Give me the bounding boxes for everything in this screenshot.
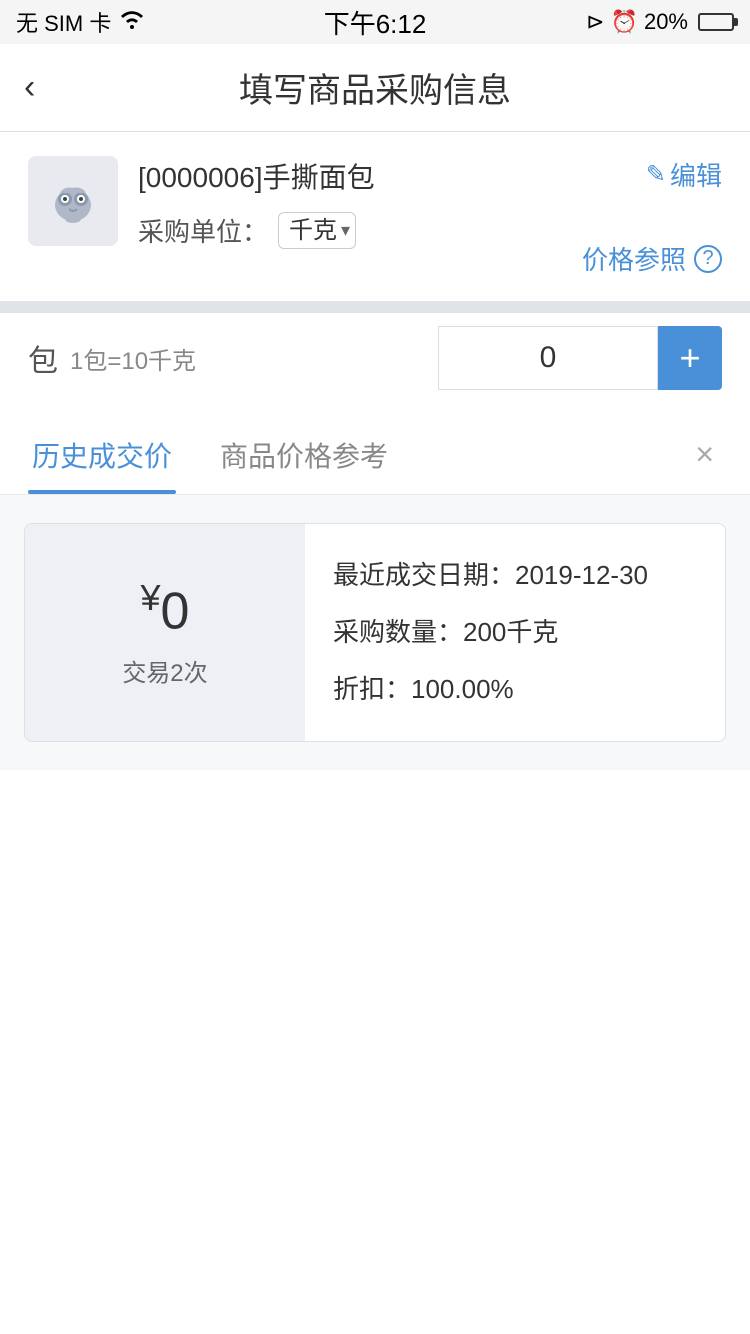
section-divider xyxy=(0,301,750,313)
tab-history[interactable]: 历史成交价 xyxy=(28,415,176,494)
product-header: [0000006]手撕面包 采购单位： 千克 克 包 xyxy=(28,156,722,249)
back-button[interactable]: ‹ xyxy=(24,68,35,107)
card-recent-date: 最近成交日期：2019-12-30 xyxy=(333,556,697,595)
pkg-label: 包 xyxy=(28,336,58,380)
close-button[interactable]: × xyxy=(687,428,722,481)
price-ref-label: 价格参照 xyxy=(582,240,686,277)
carrier-text: 无 SIM 卡 xyxy=(16,6,111,38)
price-card: ¥0 交易2次 最近成交日期：2019-12-30 采购数量：200千克 折扣：… xyxy=(24,523,726,742)
nav-bar: ‹ 填写商品采购信息 xyxy=(0,44,750,132)
unit-label: 采购单位： xyxy=(138,212,268,249)
card-discount: 折扣：100.00% xyxy=(333,670,697,709)
product-thumbnail xyxy=(28,156,118,246)
alarm-icon: ⏰ xyxy=(611,9,638,35)
card-right: 最近成交日期：2019-12-30 采购数量：200千克 折扣：100.00% xyxy=(305,524,725,741)
location-icon: ⊳ xyxy=(586,9,604,35)
product-name: [0000006]手撕面包 xyxy=(138,156,375,196)
tab-market[interactable]: 商品价格参考 xyxy=(216,415,392,494)
quantity-plus-button[interactable]: + xyxy=(658,326,722,390)
unit-select[interactable]: 千克 克 包 xyxy=(278,212,356,249)
edit-button[interactable]: ✎ 编辑 xyxy=(646,156,722,193)
unit-select-wrap[interactable]: 千克 克 包 xyxy=(278,212,356,249)
quantity-input[interactable]: 0 xyxy=(438,326,658,390)
quantity-section: 包 1包=10千克 0 + xyxy=(0,313,750,403)
status-bar: 无 SIM 卡 下午6:12 ⊳ ⏰ 20% xyxy=(0,0,750,44)
wifi-icon xyxy=(119,9,145,35)
page-title: 填写商品采购信息 xyxy=(239,63,511,112)
battery-pct: 20% xyxy=(644,9,688,35)
card-qty: 采购数量：200千克 xyxy=(333,613,697,652)
product-left: [0000006]手撕面包 采购单位： 千克 克 包 xyxy=(28,156,375,249)
status-time: 下午6:12 xyxy=(324,4,427,41)
quantity-right: 0 + xyxy=(438,326,722,390)
status-left: 无 SIM 卡 xyxy=(16,6,145,38)
card-trades: 交易2次 xyxy=(122,653,207,688)
product-section: [0000006]手撕面包 采购单位： 千克 克 包 xyxy=(0,132,750,301)
tabs-bar: 历史成交价 商品价格参考 × xyxy=(0,415,750,495)
product-info: [0000006]手撕面包 采购单位： 千克 克 包 xyxy=(138,156,375,249)
battery-icon xyxy=(694,13,734,31)
pkg-conversion: 1包=10千克 xyxy=(70,341,196,376)
quantity-left: 包 1包=10千克 xyxy=(28,336,196,380)
product-unit-row: 采购单位： 千克 克 包 xyxy=(138,212,375,249)
card-area: ¥0 交易2次 最近成交日期：2019-12-30 采购数量：200千克 折扣：… xyxy=(0,495,750,770)
card-left: ¥0 交易2次 xyxy=(25,524,305,741)
edit-icon: ✎ xyxy=(646,160,666,189)
price-ref-button[interactable]: 价格参照 ? xyxy=(582,240,722,277)
tabs-panel: 历史成交价 商品价格参考 × ¥0 交易2次 最近成交日期：201 xyxy=(0,415,750,770)
card-price: ¥0 xyxy=(141,577,190,641)
main-content: [0000006]手撕面包 采购单位： 千克 克 包 xyxy=(0,132,750,1334)
status-right: ⊳ ⏰ 20% xyxy=(586,9,734,35)
price-ref-icon: ? xyxy=(694,245,722,273)
tabs-left: 历史成交价 商品价格参考 xyxy=(28,415,392,494)
